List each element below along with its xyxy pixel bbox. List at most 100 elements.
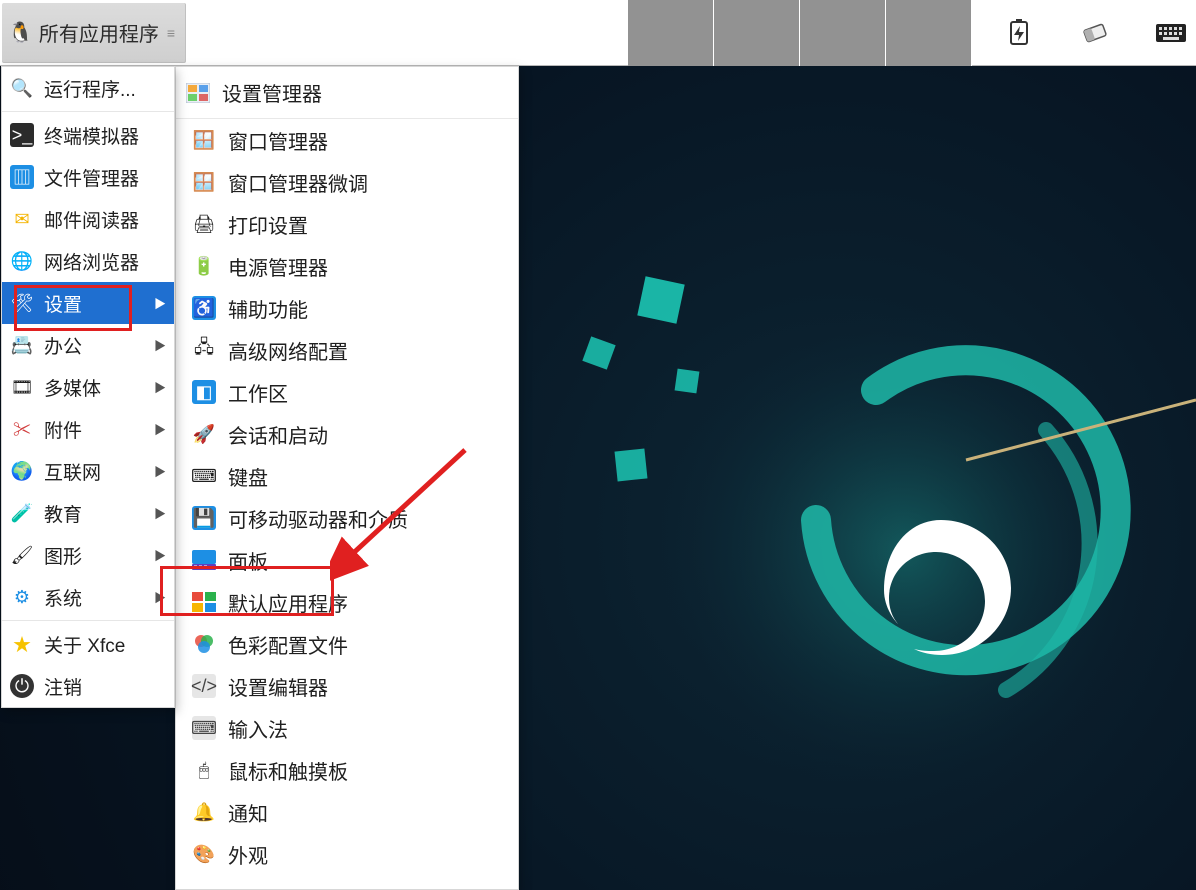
- menu-web-browser[interactable]: 🌐 网络浏览器: [2, 240, 174, 282]
- menu-education[interactable]: 🧪 教育 ▶: [2, 492, 174, 534]
- submenu-settings-manager[interactable]: 设置管理器: [176, 67, 518, 119]
- menu-separator: [2, 111, 174, 112]
- file-manager-icon: ▥: [10, 165, 34, 189]
- submenu-appearance[interactable]: 🎨 外观: [176, 833, 518, 875]
- menu-terminal[interactable]: >_ 终端模拟器: [2, 114, 174, 156]
- submenu-item-label: 鼠标和触摸板: [228, 756, 348, 785]
- taskbar-button-2[interactable]: [714, 0, 800, 66]
- submenu-window-manager[interactable]: 🪟 窗口管理器: [176, 119, 518, 161]
- top-panel: 🐧 所有应用程序 ≡: [0, 0, 1196, 66]
- menu-settings[interactable]: 🛠 设置 ▶: [2, 282, 174, 324]
- taskbar-button-4[interactable]: [886, 0, 972, 66]
- workspaces-icon: ◧: [192, 380, 216, 404]
- submenu-input-method[interactable]: ⌨ 输入法: [176, 707, 518, 749]
- accessibility-icon: ♿: [192, 296, 216, 320]
- eraser-icon[interactable]: [1078, 19, 1112, 47]
- submenu-item-label: 窗口管理器微调: [228, 168, 368, 197]
- menu-graphics[interactable]: 🖌 图形 ▶: [2, 534, 174, 576]
- star-icon: ★: [10, 632, 34, 656]
- window-manager-icon: 🪟: [192, 128, 216, 152]
- submenu-item-label: 默认应用程序: [228, 588, 348, 617]
- submenu-panel[interactable]: 面板: [176, 539, 518, 581]
- submenu-keyboard[interactable]: ⌨ 键盘: [176, 455, 518, 497]
- menu-system[interactable]: ⚙ 系统 ▶: [2, 576, 174, 618]
- submenu-item-label: 通知: [228, 798, 268, 827]
- submenu-item-label: 可移动驱动器和介质: [228, 504, 408, 533]
- keyboard-icon: ⌨: [192, 464, 216, 488]
- submenu-item-label: 高级网络配置: [228, 336, 348, 365]
- submenu-mouse-touchpad[interactable]: 🖱 鼠标和触摸板: [176, 749, 518, 791]
- submenu-print-settings[interactable]: 🖨 打印设置: [176, 203, 518, 245]
- keyboard-icon[interactable]: [1154, 19, 1188, 47]
- chevron-right-icon: ▶: [154, 421, 166, 438]
- submenu-default-apps[interactable]: 默认应用程序: [176, 581, 518, 623]
- menu-item-label: 图形: [44, 542, 82, 569]
- submenu-advanced-network[interactable]: 🖧 高级网络配置: [176, 329, 518, 371]
- menu-item-label: 系统: [44, 584, 82, 611]
- submenu-power-manager[interactable]: 🔋 电源管理器: [176, 245, 518, 287]
- taskbar-button-1[interactable]: [628, 0, 714, 66]
- linux-penguin-icon: 🐧: [8, 20, 33, 45]
- gear-icon: ⚙: [10, 585, 34, 609]
- submenu-item-label: 外观: [228, 840, 268, 869]
- submenu-item-label: 会话和启动: [228, 420, 328, 449]
- applications-menu-button[interactable]: 🐧 所有应用程序 ≡: [2, 3, 186, 63]
- submenu-item-label: 设置编辑器: [228, 672, 328, 701]
- menu-item-label: 网络浏览器: [44, 248, 139, 275]
- submenu-header-label: 设置管理器: [222, 78, 322, 107]
- chevron-right-icon: ▶: [154, 547, 166, 564]
- battery-charging-icon[interactable]: [1002, 19, 1036, 47]
- menu-run-program[interactable]: 🔍 运行程序...: [2, 67, 174, 109]
- submenu-session-startup[interactable]: 🚀 会话和启动: [176, 413, 518, 455]
- printer-icon: 🖨: [192, 212, 216, 236]
- scissors-icon: ✂: [10, 417, 34, 441]
- menu-item-label: 多媒体: [44, 374, 101, 401]
- submenu-workspaces[interactable]: ◧ 工作区: [176, 371, 518, 413]
- submenu-accessibility[interactable]: ♿ 辅助功能: [176, 287, 518, 329]
- panel-icon: [192, 548, 216, 572]
- menu-about-xfce[interactable]: ★ 关于 Xfce: [2, 623, 174, 665]
- menu-item-label: 互联网: [44, 458, 101, 485]
- wallpaper-art: [476, 170, 1196, 890]
- bell-icon: 🔔: [192, 800, 216, 824]
- settings-editor-icon: </>: [192, 674, 216, 698]
- taskbar-button-3[interactable]: [800, 0, 886, 66]
- battery-icon: 🔋: [192, 254, 216, 278]
- search-icon: 🔍: [10, 76, 34, 100]
- chevron-right-icon: ▶: [154, 589, 166, 606]
- submenu-removable-drives[interactable]: 💾 可移动驱动器和介质: [176, 497, 518, 539]
- menu-file-manager[interactable]: ▥ 文件管理器: [2, 156, 174, 198]
- submenu-notifications[interactable]: 🔔 通知: [176, 791, 518, 833]
- menu-item-label: 办公: [44, 332, 82, 359]
- menu-office[interactable]: 📇 办公 ▶: [2, 324, 174, 366]
- chevron-right-icon: ▶: [154, 463, 166, 480]
- submenu-item-label: 工作区: [228, 378, 288, 407]
- power-icon: ⏻: [10, 674, 34, 698]
- terminal-icon: >_: [10, 123, 34, 147]
- submenu-item-label: 辅助功能: [228, 294, 308, 323]
- applications-menu: 🔍 运行程序... >_ 终端模拟器 ▥ 文件管理器 ✉ 邮件阅读器 🌐 网络浏…: [1, 66, 175, 708]
- menu-logout[interactable]: ⏻ 注销: [2, 665, 174, 707]
- chevron-right-icon: ▶: [154, 505, 166, 522]
- taskbar-window-buttons: [628, 0, 972, 66]
- submenu-item-label: 电源管理器: [228, 252, 328, 281]
- submenu-color-profiles[interactable]: 色彩配置文件: [176, 623, 518, 665]
- menu-mail-reader[interactable]: ✉ 邮件阅读器: [2, 198, 174, 240]
- paintbrush-icon: 🖌: [10, 543, 34, 567]
- submenu-item-label: 色彩配置文件: [228, 630, 348, 659]
- menu-item-label: 邮件阅读器: [44, 206, 139, 233]
- submenu-window-manager-tweaks[interactable]: 🪟 窗口管理器微调: [176, 161, 518, 203]
- appearance-icon: 🎨: [192, 842, 216, 866]
- menu-about-label: 关于 Xfce: [44, 631, 125, 658]
- menu-accessories[interactable]: ✂ 附件 ▶: [2, 408, 174, 450]
- submenu-item-label: 窗口管理器: [228, 126, 328, 155]
- submenu-settings-editor[interactable]: </> 设置编辑器: [176, 665, 518, 707]
- menu-internet[interactable]: 🌍 互联网 ▶: [2, 450, 174, 492]
- settings-manager-icon: [186, 81, 210, 105]
- menu-multimedia[interactable]: 🎞 多媒体 ▶: [2, 366, 174, 408]
- menu-item-label: 设置: [44, 290, 82, 317]
- menu-item-label: 教育: [44, 500, 82, 527]
- removable-drives-icon: 💾: [192, 506, 216, 530]
- submenu-item-label: 键盘: [228, 462, 268, 491]
- menu-separator: [2, 620, 174, 621]
